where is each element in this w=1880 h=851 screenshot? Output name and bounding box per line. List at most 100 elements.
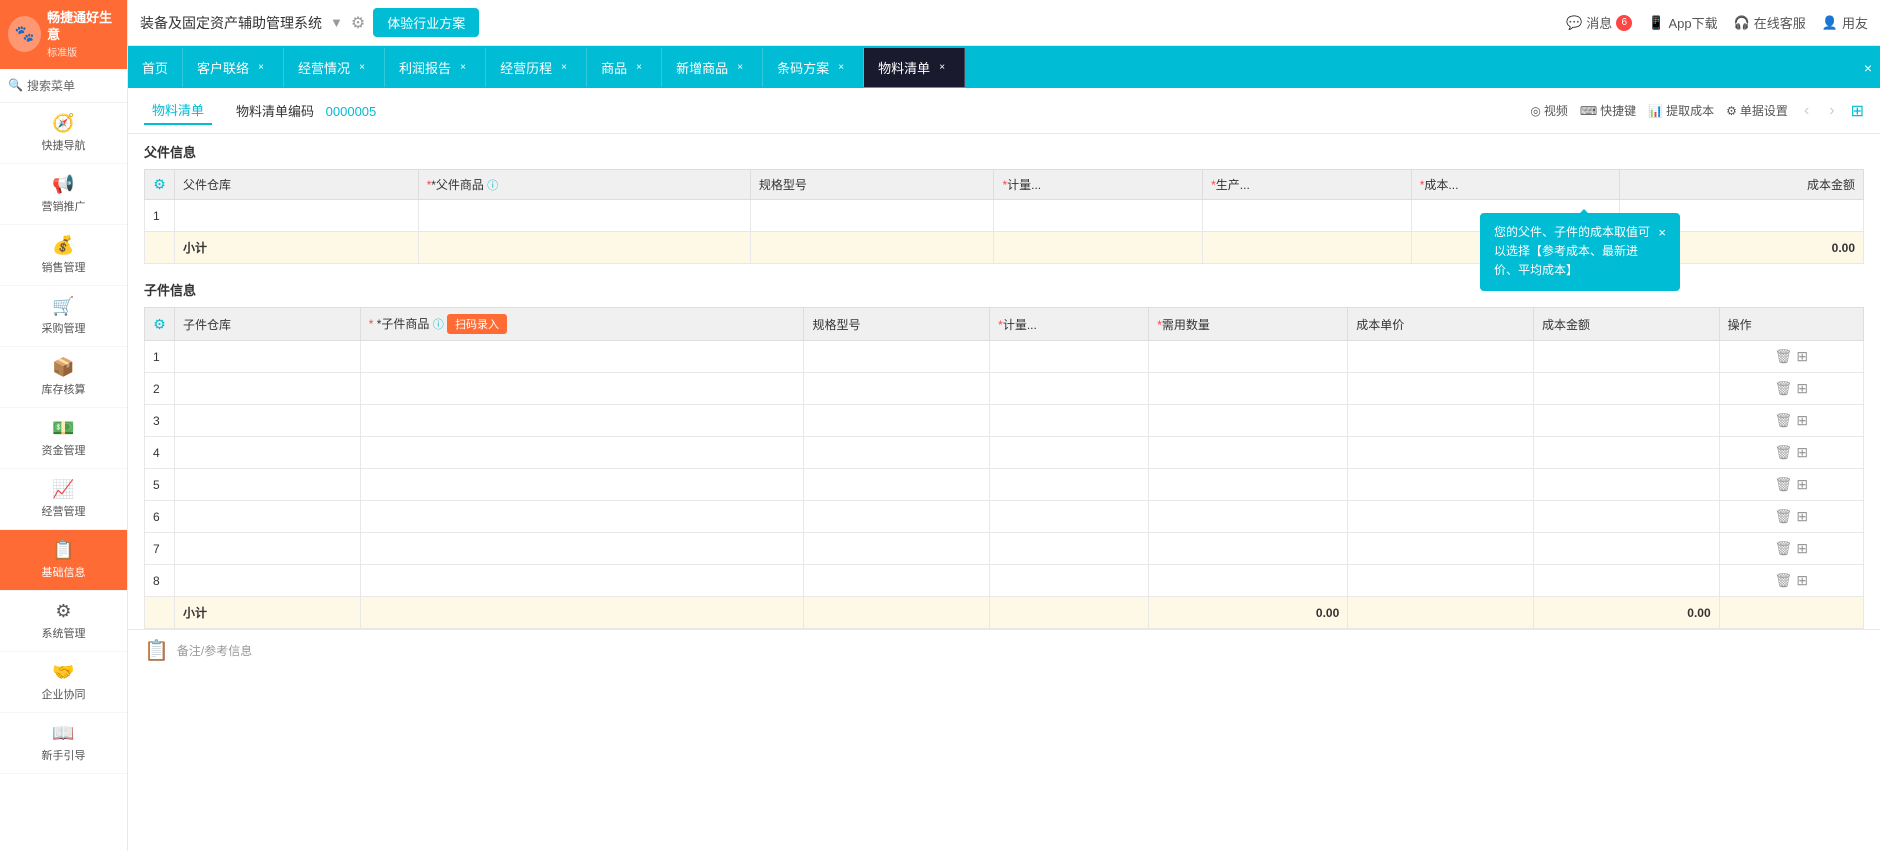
child-row4-unit-cost[interactable] — [1348, 437, 1534, 469]
child-row7-amount[interactable] — [1533, 533, 1719, 565]
child-row1-warehouse[interactable] — [175, 341, 361, 373]
child-row6-amount[interactable] — [1533, 501, 1719, 533]
doc-settings-btn[interactable]: ⚙ 单据设置 — [1726, 102, 1788, 119]
col-settings-icon[interactable]: ⚙ — [153, 176, 166, 192]
subtab-bom-list[interactable]: 物料清单 — [144, 96, 212, 125]
tab-operations[interactable]: 经营情况 × — [284, 48, 385, 87]
child-row8-goods[interactable] — [360, 565, 804, 597]
copy-row2-icon[interactable]: ⊞ — [1796, 380, 1808, 397]
child-row2-unit-cost[interactable] — [1348, 373, 1534, 405]
nav-next[interactable]: › — [1825, 102, 1838, 120]
tab-customer-close[interactable]: × — [253, 59, 269, 75]
delete-row7-icon[interactable]: 🗑 — [1775, 540, 1793, 557]
video-btn[interactable]: ◎ 视频 — [1530, 102, 1568, 119]
child-row8-warehouse[interactable] — [175, 565, 361, 597]
close-all-icon[interactable]: × — [1864, 60, 1872, 76]
sidebar-item-quicknav[interactable]: 🧭 快捷导航 — [0, 103, 127, 164]
child-row7-qty[interactable] — [990, 533, 1149, 565]
child-row2-amount[interactable] — [1533, 373, 1719, 405]
child-row4-goods[interactable] — [360, 437, 804, 469]
tab-barcode-close[interactable]: × — [833, 59, 849, 75]
child-row3-warehouse[interactable] — [175, 405, 361, 437]
copy-row1-icon[interactable]: ⊞ — [1796, 348, 1808, 365]
copy-row7-icon[interactable]: ⊞ — [1796, 540, 1808, 557]
child-row4-qty[interactable] — [990, 437, 1149, 469]
parent-row1-goods[interactable] — [418, 200, 750, 232]
child-row5-goods[interactable] — [360, 469, 804, 501]
child-row1-spec[interactable] — [804, 341, 990, 373]
sidebar-item-system[interactable]: ⚙ 系统管理 — [0, 591, 127, 652]
tab-bom[interactable]: 物料清单 × — [864, 48, 965, 87]
sidebar-item-marketing[interactable]: 📢 营销推广 — [0, 164, 127, 225]
child-row4-amount[interactable] — [1533, 437, 1719, 469]
child-row7-spec[interactable] — [804, 533, 990, 565]
child-row1-amount[interactable] — [1533, 341, 1719, 373]
user-item[interactable]: 👤 用友 — [1822, 13, 1868, 32]
child-row3-amount[interactable] — [1533, 405, 1719, 437]
copy-row6-icon[interactable]: ⊞ — [1796, 508, 1808, 525]
child-row3-qty[interactable] — [990, 405, 1149, 437]
delete-row4-icon[interactable]: 🗑 — [1775, 444, 1793, 461]
tab-new-goods-close[interactable]: × — [732, 59, 748, 75]
tab-new-goods[interactable]: 新增商品 × — [662, 48, 763, 87]
child-row8-spec[interactable] — [804, 565, 990, 597]
child-row2-goods[interactable] — [360, 373, 804, 405]
child-row1-goods[interactable] — [360, 341, 804, 373]
child-row2-qty[interactable] — [990, 373, 1149, 405]
sidebar-item-operations[interactable]: 📈 经营管理 — [0, 469, 127, 530]
tooltip-close-btn[interactable]: × — [1658, 223, 1666, 244]
sidebar-item-basicinfo[interactable]: 📋 基础信息 — [0, 530, 127, 591]
delete-row1-icon[interactable]: 🗑 — [1775, 348, 1793, 365]
child-row6-qty[interactable] — [990, 501, 1149, 533]
child-row3-unit-cost[interactable] — [1348, 405, 1534, 437]
copy-row3-icon[interactable]: ⊞ — [1796, 412, 1808, 429]
child-row7-needed[interactable] — [1149, 533, 1348, 565]
child-row6-goods[interactable] — [360, 501, 804, 533]
delete-row2-icon[interactable]: 🗑 — [1775, 380, 1793, 397]
tab-home[interactable]: 首页 — [128, 48, 183, 87]
tab-operations-close[interactable]: × — [354, 59, 370, 75]
sidebar-item-purchase[interactable]: 🛒 采购管理 — [0, 286, 127, 347]
child-row7-warehouse[interactable] — [175, 533, 361, 565]
delete-row3-icon[interactable]: 🗑 — [1775, 412, 1793, 429]
tab-profit-close[interactable]: × — [455, 59, 471, 75]
child-row3-spec[interactable] — [804, 405, 990, 437]
child-row8-amount[interactable] — [1533, 565, 1719, 597]
delete-row5-icon[interactable]: 🗑 — [1775, 476, 1793, 493]
child-row5-needed[interactable] — [1149, 469, 1348, 501]
online-service-item[interactable]: 🎧 在线客服 — [1734, 13, 1806, 32]
extract-cost-btn[interactable]: 📊 提取成本 — [1648, 102, 1714, 119]
child-row1-needed[interactable] — [1149, 341, 1348, 373]
parent-row1-qty[interactable] — [994, 200, 1203, 232]
tab-profit[interactable]: 利润报告 × — [385, 48, 486, 87]
copy-row4-icon[interactable]: ⊞ — [1796, 444, 1808, 461]
child-row2-warehouse[interactable] — [175, 373, 361, 405]
child-row6-spec[interactable] — [804, 501, 990, 533]
sidebar-item-sales[interactable]: 💰 销售管理 — [0, 225, 127, 286]
tab-bom-close[interactable]: × — [934, 59, 950, 75]
child-row8-needed[interactable] — [1149, 565, 1348, 597]
sidebar-item-guide[interactable]: 📖 新手引导 — [0, 713, 127, 774]
scan-input-btn[interactable]: 扫码录入 — [447, 314, 507, 334]
tab-history[interactable]: 经营历程 × — [486, 48, 587, 87]
delete-row6-icon[interactable]: 🗑 — [1775, 508, 1793, 525]
subtab-bom-code[interactable]: 物料清单编码 0000005 — [228, 97, 384, 124]
sidebar-item-inventory[interactable]: 📦 库存核算 — [0, 347, 127, 408]
child-row4-needed[interactable] — [1149, 437, 1348, 469]
sidebar-item-enterprise[interactable]: 🤝 企业协同 — [0, 652, 127, 713]
tab-goods[interactable]: 商品 × — [587, 48, 662, 87]
tab-goods-close[interactable]: × — [631, 59, 647, 75]
child-row8-unit-cost[interactable] — [1348, 565, 1534, 597]
child-row7-unit-cost[interactable] — [1348, 533, 1534, 565]
nav-prev[interactable]: ‹ — [1800, 102, 1813, 120]
tab-customer[interactable]: 客户联络 × — [183, 48, 284, 87]
settings-icon[interactable]: ⚙ — [351, 13, 365, 33]
grid-view-icon[interactable]: ⊞ — [1851, 101, 1864, 121]
child-row8-qty[interactable] — [990, 565, 1149, 597]
child-row2-spec[interactable] — [804, 373, 990, 405]
delete-row8-icon[interactable]: 🗑 — [1775, 572, 1793, 589]
child-row6-needed[interactable] — [1149, 501, 1348, 533]
child-row2-needed[interactable] — [1149, 373, 1348, 405]
child-row5-warehouse[interactable] — [175, 469, 361, 501]
child-row5-qty[interactable] — [990, 469, 1149, 501]
